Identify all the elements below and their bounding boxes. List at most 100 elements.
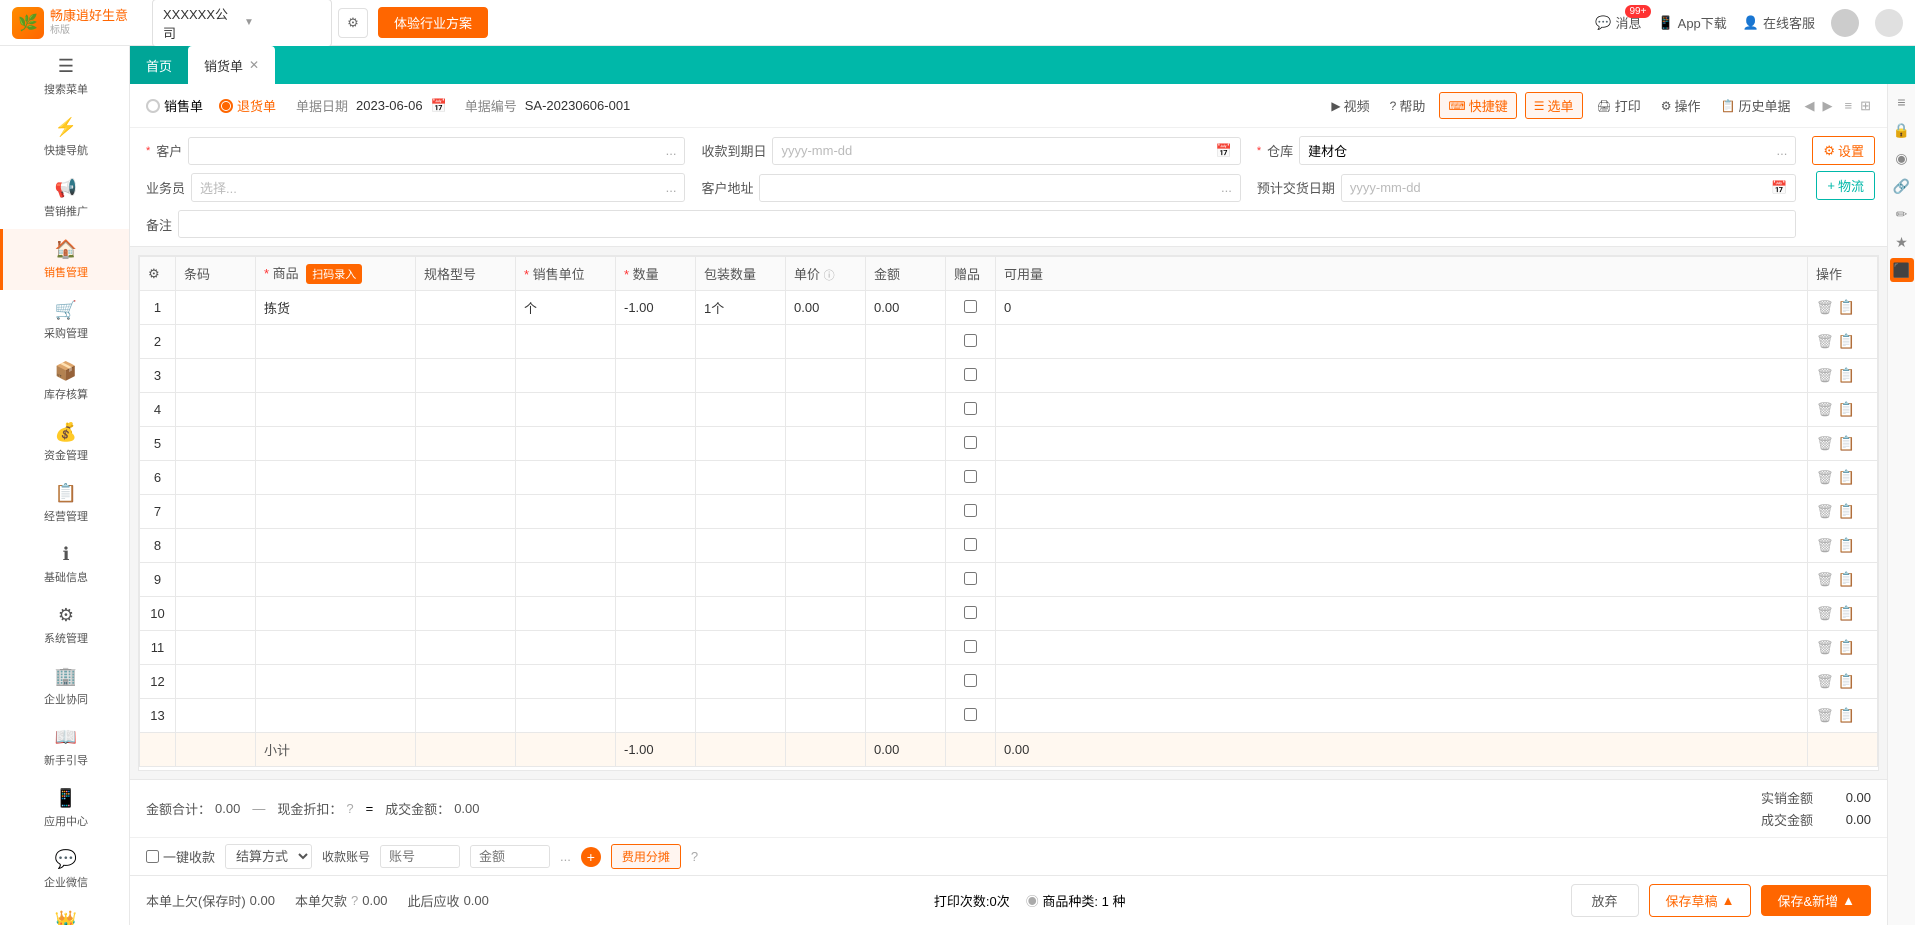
sidebar-item-search[interactable]: ☰ 搜索菜单 [0,46,129,107]
quantity-1[interactable]: -1.00 [616,291,696,325]
copy-row-12-button[interactable]: 📋 [1838,673,1855,690]
nav-next-button[interactable]: ▶ [1823,98,1833,114]
messages-button[interactable]: 💬 消息 99+ [1595,13,1641,32]
delete-row-9-button[interactable]: 🗑 [1816,571,1834,588]
sidebar-item-wechat[interactable]: 💬 企业微信 [0,839,129,900]
remarks-input[interactable] [178,210,1796,238]
rp-btn-4[interactable]: 🔗 [1890,174,1914,198]
sidebar-item-finance[interactable]: 💰 资金管理 [0,412,129,473]
delete-row-12-button[interactable]: 🗑 [1816,673,1834,690]
rp-btn-7-orange[interactable]: ⬛ [1890,258,1914,282]
help-button[interactable]: ? 帮助 [1384,93,1432,118]
view-list-button[interactable]: ≡ [1845,98,1853,113]
product-1[interactable]: 拣货 [256,291,416,325]
copy-row-8-button[interactable]: 📋 [1838,537,1855,554]
gift-checkbox-1[interactable] [964,300,977,313]
sidebar-item-basic[interactable]: ℹ 基础信息 [0,534,129,595]
select-order-button[interactable]: ☰ 选单 [1525,92,1583,119]
gift-1[interactable] [946,291,996,325]
amount-input[interactable] [470,845,550,868]
delete-row-4-button[interactable]: 🗑 [1816,401,1834,418]
copy-row-11-button[interactable]: 📋 [1838,639,1855,656]
video-button[interactable]: ▶ 视频 [1325,93,1375,118]
rp-btn-5[interactable]: ✏ [1890,202,1914,226]
barcode-1[interactable] [176,291,256,325]
sidebar-item-app-center[interactable]: 📱 应用中心 [0,778,129,839]
operate-button[interactable]: ⚙ 操作 [1655,93,1707,118]
amount-1[interactable]: 0.00 [866,291,946,325]
sidebar-item-enterprise[interactable]: 🏢 企业协同 [0,656,129,717]
discard-button[interactable]: 放弃 [1571,884,1639,917]
history-button[interactable]: 📋 历史单据 [1715,93,1797,118]
delete-row-3-button[interactable]: 🗑 [1816,367,1834,384]
rp-btn-1[interactable]: ≡ [1890,90,1914,114]
delete-row-5-button[interactable]: 🗑 [1816,435,1834,452]
user-avatar[interactable] [1831,9,1859,37]
radio-sales-order[interactable]: 销售单 [146,96,203,115]
customer-input[interactable]: ... [188,137,685,165]
sidebar-item-inventory[interactable]: 📦 库存核算 [0,351,129,412]
sidebar-item-purchase[interactable]: 🛒 采购管理 [0,290,129,351]
rp-btn-2[interactable]: 🔒 [1890,118,1914,142]
delete-row-6-button[interactable]: 🗑 [1816,469,1834,486]
feipin-button[interactable]: 费用分摊 [611,844,681,869]
delete-row-2-button[interactable]: 🗑 [1816,333,1834,350]
trial-button[interactable]: 体验行业方案 [378,7,488,38]
sidebar-item-marketing[interactable]: 📢 营销推广 [0,168,129,229]
scan-button[interactable]: 扫码录入 [306,264,362,284]
sidebar-item-operation[interactable]: 📋 经营管理 [0,473,129,534]
copy-row-9-button[interactable]: 📋 [1838,571,1855,588]
sidebar-item-guide[interactable]: 📖 新手引导 [0,717,129,778]
spec-1[interactable] [416,291,516,325]
logistics-button[interactable]: + 物流 [1816,171,1875,200]
copy-row-10-button[interactable]: 📋 [1838,605,1855,622]
copy-row-3-button[interactable]: 📋 [1838,367,1855,384]
payment-due-input[interactable]: yyyy-mm-dd 📅 [772,137,1240,165]
delete-row-7-button[interactable]: 🗑 [1816,503,1834,520]
sidebar-item-sales[interactable]: 🏠 销售管理 [0,229,129,290]
view-grid-button[interactable]: ⊞ [1860,98,1871,114]
copy-row-13-button[interactable]: 📋 [1838,707,1855,724]
table-settings-icon[interactable]: ⚙ [148,266,160,281]
save-new-button[interactable]: 保存&新增 ▲ [1761,885,1871,916]
copy-row-5-button[interactable]: 📋 [1838,435,1855,452]
payment-more-button[interactable]: ... [560,849,571,864]
table-scroll-container[interactable]: ⚙ 条码 * 商品 扫码录入 规格型号 * 销售单位 * 数量 [139,256,1878,770]
payment-due-calendar-icon[interactable]: 📅 [1216,143,1232,159]
unit-1[interactable]: 个 [516,291,616,325]
copy-row-1-button[interactable]: 📋 [1838,299,1855,316]
delete-row-13-button[interactable]: 🗑 [1816,707,1834,724]
sidebar-item-quick-nav[interactable]: ⚡ 快捷导航 [0,107,129,168]
delete-row-10-button[interactable]: 🗑 [1816,605,1834,622]
company-selector[interactable]: XXXXXX公司 ▼ [152,0,332,47]
delete-row-1-button[interactable]: 🗑 [1816,299,1834,316]
pack-qty-1[interactable]: 1个 [696,291,786,325]
sidebar-item-member[interactable]: 👑 畅会员 [0,900,129,925]
account-input[interactable] [380,845,460,868]
save-draft-button[interactable]: 保存草稿 ▲ [1649,884,1752,917]
copy-row-2-button[interactable]: 📋 [1838,333,1855,350]
copy-row-7-button[interactable]: 📋 [1838,503,1855,520]
shortcut-button[interactable]: ⌨ 快捷键 [1439,92,1516,119]
copy-row-6-button[interactable]: 📋 [1838,469,1855,486]
radio-return-order[interactable]: 退货单 [219,96,276,115]
print-button[interactable]: 🖨 打印 [1591,93,1647,118]
delete-row-11-button[interactable]: 🗑 [1816,639,1834,656]
rp-btn-6[interactable]: ★ [1890,230,1914,254]
warehouse-input[interactable]: 建材仓 ... [1299,136,1796,165]
calc-method-select[interactable]: 结算方式 [225,844,312,869]
one-click-payment-label[interactable]: 一键收款 [146,847,215,866]
settings-button[interactable]: ⚙ 设置 [1812,136,1875,165]
expected-delivery-input[interactable]: yyyy-mm-dd 📅 [1341,174,1796,202]
expected-delivery-calendar-icon[interactable]: 📅 [1771,180,1787,196]
nav-prev-button[interactable]: ◀ [1805,98,1815,114]
feipin-help-icon[interactable]: ? [691,849,698,864]
online-service-button[interactable]: 👤 在线客服 [1743,13,1815,32]
user-avatar-secondary[interactable] [1875,9,1903,37]
price-1[interactable]: 0.00 [786,291,866,325]
app-download-button[interactable]: 📱 App下载 [1657,13,1726,32]
salesperson-input[interactable]: 选择... ... [191,173,685,202]
one-click-payment-checkbox[interactable] [146,850,159,863]
tab-home[interactable]: 首页 [130,46,188,84]
add-payment-button[interactable]: + [581,847,601,867]
